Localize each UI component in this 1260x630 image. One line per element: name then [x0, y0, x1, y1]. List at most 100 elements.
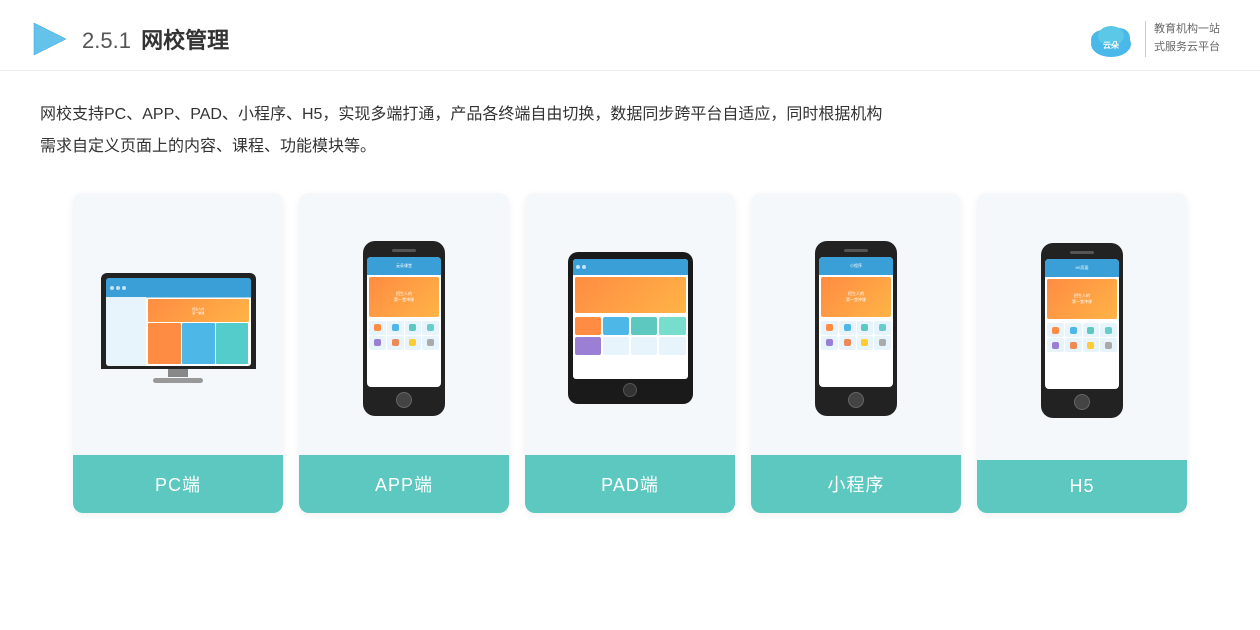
- pad-banner: [575, 277, 686, 313]
- h5-grid-8: [1100, 338, 1117, 352]
- h5-banner-text: 招生人的第一堂冲课: [1072, 293, 1092, 304]
- pad-grid-item-7: [631, 337, 657, 355]
- mini-grid-4: [874, 321, 891, 335]
- app-phone-outer: 云朵课堂 招生人的第一堂冲课: [363, 241, 445, 416]
- miniprogram-phone-outer: 小程序 招生人的第一堂冲课: [815, 241, 897, 416]
- h5-home-button: [1074, 394, 1090, 410]
- app-grid-icon-3: [409, 324, 416, 331]
- miniprogram-header-text: 小程序: [850, 263, 862, 269]
- mini-grid-5: [821, 336, 838, 350]
- mini-icon-8: [879, 339, 886, 346]
- pad-grid-item-3: [631, 317, 657, 335]
- mini-grid-6: [839, 336, 856, 350]
- pad-home-button: [623, 383, 637, 397]
- h5-icon-3: [1087, 327, 1094, 334]
- app-grid-item-4: [422, 321, 439, 335]
- app-grid-item-5: [369, 336, 386, 350]
- app-speaker: [392, 249, 416, 252]
- header: 2.5.1 网校管理 云朵 教育机构一站 式服务云平台: [0, 0, 1260, 71]
- pad-grid: [573, 315, 688, 357]
- pad-screen-header: [573, 259, 688, 275]
- pc-card: 招生人的第一堂课: [73, 193, 283, 513]
- mini-icon-5: [826, 339, 833, 346]
- miniprogram-phone-mock: 小程序 招生人的第一堂冲课: [811, 241, 901, 416]
- pad-device-mock: [565, 252, 695, 404]
- section-number: 2.5.1: [82, 28, 131, 53]
- section-heading: 2.5.1 网校管理: [82, 23, 229, 55]
- pad-grid-item-2: [603, 317, 629, 335]
- device-cards-section: 招生人的第一堂课: [0, 173, 1260, 543]
- pad-grid-item-5: [575, 337, 601, 355]
- brand-divider: [1145, 21, 1146, 57]
- description-line2: 需求自定义页面上的内容、课程、功能模块等。: [40, 131, 1220, 163]
- app-grid-icon-7: [409, 339, 416, 346]
- miniprogram-phone-screen: 小程序 招生人的第一堂冲课: [819, 257, 893, 387]
- brand-logo: 云朵 教育机构一站 式服务云平台: [1085, 18, 1220, 60]
- pad-screen: [573, 259, 688, 379]
- app-grid-icon-6: [392, 339, 399, 346]
- pc-dot-2: [116, 286, 120, 290]
- miniprogram-phone-header: 小程序: [819, 257, 893, 275]
- section-title: 网校管理: [141, 28, 229, 53]
- app-grid-icon-4: [427, 324, 434, 331]
- page-wrapper: 2.5.1 网校管理 云朵 教育机构一站 式服务云平台 网校支持PC、APP、P…: [0, 0, 1260, 630]
- h5-icon-8: [1105, 342, 1112, 349]
- app-grid-icon-2: [392, 324, 399, 331]
- h5-grid-2: [1065, 323, 1082, 337]
- miniprogram-grid: [819, 319, 893, 352]
- h5-grid-3: [1083, 323, 1100, 337]
- logo-arrow-icon: [30, 19, 70, 59]
- h5-icon-4: [1105, 327, 1112, 334]
- mini-icon-4: [879, 324, 886, 331]
- app-grid-item-6: [387, 336, 404, 350]
- pc-device-mock: 招生人的第一堂课: [98, 273, 258, 383]
- h5-image-area: H5页面 招生人的第一堂冲课: [977, 193, 1187, 460]
- h5-speaker: [1070, 251, 1094, 254]
- app-phone-mock: 云朵课堂 招生人的第一堂冲课: [359, 241, 449, 416]
- pc-screen-body: 招生人的第一堂课: [106, 297, 251, 366]
- pad-image-area: [525, 193, 735, 455]
- pad-grid-item-1: [575, 317, 601, 335]
- h5-header-text: H5页面: [1075, 265, 1088, 271]
- pc-dot-1: [110, 286, 114, 290]
- h5-icon-1: [1052, 327, 1059, 334]
- mini-grid-7: [857, 336, 874, 350]
- pc-card-label: PC端: [73, 455, 283, 513]
- pc-stand: [168, 369, 188, 377]
- mini-icon-6: [844, 339, 851, 346]
- h5-grid-5: [1047, 338, 1064, 352]
- pc-image-area: 招生人的第一堂课: [73, 193, 283, 455]
- miniprogram-banner: 招生人的第一堂冲课: [821, 277, 891, 317]
- miniprogram-card: 小程序 招生人的第一堂冲课: [751, 193, 961, 513]
- miniprogram-speaker: [844, 249, 868, 252]
- miniprogram-image-area: 小程序 招生人的第一堂冲课: [751, 193, 961, 455]
- pad-card: PAD端: [525, 193, 735, 513]
- pc-card-sm-1: [148, 323, 181, 364]
- app-grid-icon-8: [427, 339, 434, 346]
- app-grid-item-2: [387, 321, 404, 335]
- h5-grid-4: [1100, 323, 1117, 337]
- app-home-button: [396, 392, 412, 408]
- mini-grid-8: [874, 336, 891, 350]
- pad-grid-item-6: [603, 337, 629, 355]
- app-grid-item-7: [405, 336, 422, 350]
- h5-grid-7: [1083, 338, 1100, 352]
- pc-banner: 招生人的第一堂课: [148, 299, 248, 322]
- app-grid-icon-5: [374, 339, 381, 346]
- pc-base: [153, 378, 203, 383]
- miniprogram-banner-text: 招生人的第一堂冲课: [846, 291, 866, 302]
- pc-main-content: 招生人的第一堂课: [146, 297, 250, 366]
- mini-grid-2: [839, 321, 856, 335]
- h5-phone-screen: H5页面 招生人的第一堂冲课: [1045, 259, 1119, 389]
- h5-icon-7: [1087, 342, 1094, 349]
- h5-card-label: H5: [977, 460, 1187, 513]
- brand-cloud-icon: 云朵: [1085, 18, 1137, 60]
- pad-grid-item-8: [659, 337, 685, 355]
- mini-icon-3: [861, 324, 868, 331]
- app-phone-screen: 云朵课堂 招生人的第一堂冲课: [367, 257, 441, 387]
- h5-grid: [1045, 321, 1119, 354]
- pad-dot-1: [576, 265, 580, 269]
- h5-icon-5: [1052, 342, 1059, 349]
- header-left: 2.5.1 网校管理: [30, 19, 229, 59]
- app-grid-icon-1: [374, 324, 381, 331]
